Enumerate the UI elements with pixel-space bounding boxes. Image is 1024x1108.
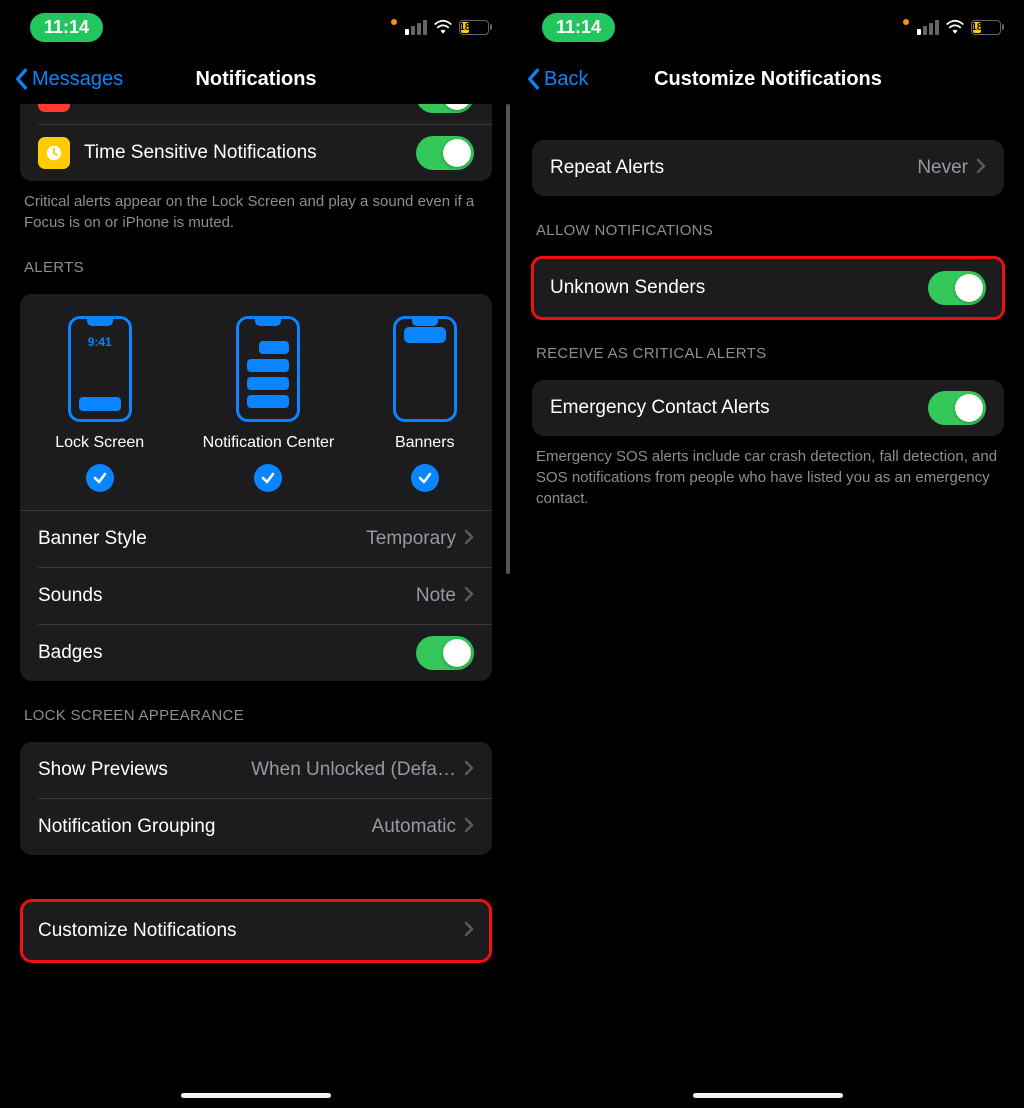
screen-customize: 11:14 18 Back Customize Notifications Re… [512, 0, 1024, 1108]
status-time: 11:14 [542, 13, 615, 42]
content-area: Repeat Alerts Never ALLOW NOTIFICATIONS … [512, 104, 1024, 1108]
alert-option-lock-screen[interactable]: 9:41 Lock Screen [55, 316, 144, 492]
emergency-toggle[interactable] [928, 391, 986, 425]
chevron-right-icon [976, 158, 986, 179]
group-customize: Customize Notifications [20, 899, 492, 963]
sounds-label: Sounds [38, 585, 416, 607]
privacy-dot-icon [391, 19, 397, 25]
group-unknown: Unknown Senders [532, 257, 1004, 319]
unknown-label: Unknown Senders [550, 277, 928, 299]
privacy-dot-icon [903, 19, 909, 25]
notification-center-label: Notification Center [203, 434, 335, 452]
alert-option-banners[interactable]: Banners [393, 316, 457, 492]
cellular-icon [405, 20, 427, 35]
clock-icon [38, 137, 70, 169]
chevron-left-icon [526, 68, 540, 90]
wifi-icon [945, 19, 965, 35]
group-alerts: 9:41 Lock Screen Notification Center Ban… [20, 294, 492, 681]
alert-option-notification-center[interactable]: Notification Center [203, 316, 335, 492]
group-critical: Critical Alerts Time Sensitive Notificat… [20, 104, 492, 181]
time-sensitive-label: Time Sensitive Notifications [84, 142, 416, 164]
grouping-label: Notification Grouping [38, 816, 372, 838]
row-badges[interactable]: Badges [20, 625, 492, 681]
repeat-value: Never [917, 157, 968, 179]
row-unknown-senders[interactable]: Unknown Senders [532, 257, 1004, 319]
alerts-header: ALERTS [20, 233, 492, 284]
group-repeat: Repeat Alerts Never [532, 140, 1004, 196]
customize-label: Customize Notifications [38, 920, 464, 942]
row-time-sensitive[interactable]: Time Sensitive Notifications [20, 125, 492, 181]
critical-header: RECEIVE AS CRITICAL ALERTS [532, 319, 1004, 370]
row-emergency-alerts[interactable]: Emergency Contact Alerts [532, 380, 1004, 436]
critical-alerts-toggle[interactable] [416, 104, 474, 113]
banners-icon [393, 316, 457, 422]
lock-screen-label: Lock Screen [55, 434, 144, 452]
row-banner-style[interactable]: Banner Style Temporary [20, 511, 492, 567]
lock-screen-icon: 9:41 [68, 316, 132, 422]
alert-icon [38, 104, 70, 112]
chevron-right-icon [464, 921, 474, 942]
cellular-icon [917, 20, 939, 35]
checkmark-icon [86, 464, 114, 492]
home-indicator[interactable] [181, 1093, 331, 1098]
critical-alerts-label: Critical Alerts [84, 104, 416, 107]
content-area: Critical Alerts Time Sensitive Notificat… [0, 104, 512, 1108]
status-time: 11:14 [30, 13, 103, 42]
unknown-senders-toggle[interactable] [928, 271, 986, 305]
checkmark-icon [411, 464, 439, 492]
grouping-value: Automatic [372, 816, 456, 838]
banner-style-label: Banner Style [38, 528, 366, 550]
emergency-footer: Emergency SOS alerts include car crash d… [532, 436, 1004, 509]
repeat-label: Repeat Alerts [550, 157, 917, 179]
scrollbar[interactable] [506, 104, 510, 1108]
row-sounds[interactable]: Sounds Note [20, 568, 492, 624]
status-bar: 11:14 18 [0, 0, 512, 54]
page-title: Customize Notifications [512, 68, 1024, 91]
back-button[interactable]: Messages [14, 68, 123, 91]
lockscreen-header: LOCK SCREEN APPEARANCE [20, 681, 492, 732]
group-emergency: Emergency Contact Alerts [532, 380, 1004, 436]
status-bar: 11:14 18 [512, 0, 1024, 54]
group-lockscreen: Show Previews When Unlocked (Defa… Notif… [20, 742, 492, 855]
banners-label: Banners [395, 434, 455, 452]
back-label: Messages [32, 68, 123, 91]
chevron-right-icon [464, 586, 474, 607]
nav-bar: Messages Notifications [0, 54, 512, 104]
emergency-label: Emergency Contact Alerts [550, 397, 928, 419]
chevron-right-icon [464, 529, 474, 550]
notification-center-icon [236, 316, 300, 422]
badges-label: Badges [38, 642, 416, 664]
banner-style-value: Temporary [366, 528, 456, 550]
back-label: Back [544, 68, 588, 91]
row-repeat-alerts[interactable]: Repeat Alerts Never [532, 140, 1004, 196]
row-grouping[interactable]: Notification Grouping Automatic [20, 799, 492, 855]
row-customize-notifications[interactable]: Customize Notifications [20, 899, 492, 963]
chevron-left-icon [14, 68, 28, 90]
nav-bar: Back Customize Notifications [512, 54, 1024, 104]
row-critical-alerts[interactable]: Critical Alerts [20, 104, 492, 124]
time-sensitive-toggle[interactable] [416, 136, 474, 170]
checkmark-icon [254, 464, 282, 492]
battery-icon: 18 [971, 20, 1004, 35]
chevron-right-icon [464, 760, 474, 781]
wifi-icon [433, 19, 453, 35]
screen-notifications: 11:14 18 Messages Notifications Critical… [0, 0, 512, 1108]
allow-header: ALLOW NOTIFICATIONS [532, 196, 1004, 247]
row-show-previews[interactable]: Show Previews When Unlocked (Defa… [20, 742, 492, 798]
home-indicator[interactable] [693, 1093, 843, 1098]
back-button[interactable]: Back [526, 68, 588, 91]
show-previews-value: When Unlocked (Defa… [251, 759, 456, 781]
critical-footer: Critical alerts appear on the Lock Scree… [20, 181, 492, 233]
sounds-value: Note [416, 585, 456, 607]
badges-toggle[interactable] [416, 636, 474, 670]
chevron-right-icon [464, 817, 474, 838]
battery-icon: 18 [459, 20, 492, 35]
show-previews-label: Show Previews [38, 759, 251, 781]
